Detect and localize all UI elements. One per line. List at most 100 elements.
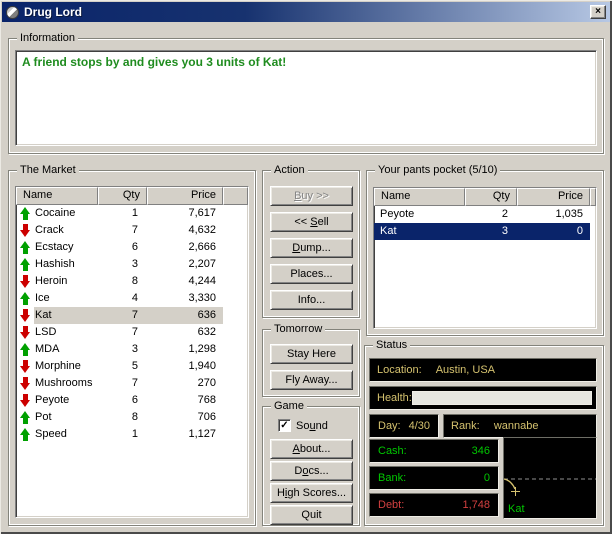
trend-icon	[20, 394, 31, 407]
status-group-label: Status	[373, 339, 410, 352]
market-row-mushrooms[interactable]: Mushrooms 7 270	[16, 375, 248, 392]
button-label: ell	[318, 216, 329, 228]
trend-icon	[20, 428, 31, 441]
market-item-name: Morphine	[34, 358, 98, 375]
market-row-lsd[interactable]: LSD 7 632	[16, 324, 248, 341]
market-item-name: Mushrooms	[34, 375, 98, 392]
title-bar[interactable]: Drug Lord ×	[2, 2, 610, 22]
market-item-price: 1,940	[147, 358, 223, 375]
market-row-crack[interactable]: Crack 7 4,632	[16, 222, 248, 239]
price-history-panel: Kat	[503, 437, 597, 519]
game-group: Game ✓ Sound About... Docs... High Score…	[262, 406, 360, 526]
column-header-qty[interactable]: Qty	[465, 188, 517, 206]
market-item-price: 636	[147, 307, 223, 324]
information-group: Information A friend stops by and gives …	[8, 38, 604, 154]
info-button[interactable]: Info...	[270, 290, 353, 310]
market-item-price: 1,298	[147, 341, 223, 358]
market-item-price: 706	[147, 409, 223, 426]
sound-checkbox-row: ✓ Sound	[278, 419, 328, 432]
bank-value: 0	[484, 467, 490, 489]
docs-button[interactable]: Docs...	[270, 461, 353, 481]
fly-away-button[interactable]: Fly Away...	[270, 370, 353, 390]
trend-icon	[20, 343, 31, 356]
market-row-cocaine[interactable]: Cocaine 1 7,617	[16, 205, 248, 222]
rank-label: Rank:	[444, 420, 480, 432]
price-curve	[504, 479, 515, 489]
stay-here-button[interactable]: Stay Here	[270, 344, 353, 364]
sell-button[interactable]: << Sell	[270, 212, 353, 232]
sound-checkbox-label: Sound	[296, 420, 328, 432]
pocket-item-price: 0	[517, 223, 590, 240]
market-row-mda[interactable]: MDA 3 1,298	[16, 341, 248, 358]
market-row-pot[interactable]: Pot 8 706	[16, 409, 248, 426]
market-row-heroin[interactable]: Heroin 8 4,244	[16, 273, 248, 290]
column-header-name[interactable]: Name	[374, 188, 465, 206]
market-item-price: 2,207	[147, 256, 223, 273]
market-item-qty: 6	[98, 239, 147, 256]
column-header-qty[interactable]: Qty	[98, 187, 147, 205]
pocket-group: Your pants pocket (5/10) Name Qty Price …	[366, 170, 604, 336]
market-item-price: 1,127	[147, 426, 223, 443]
button-label: Places...	[290, 268, 332, 280]
column-header-price[interactable]: Price	[147, 187, 223, 205]
market-row-morphine[interactable]: Morphine 5 1,940	[16, 358, 248, 375]
market-item-price: 3,330	[147, 290, 223, 307]
location-label: Location:	[370, 364, 422, 376]
market-item-qty: 6	[98, 392, 147, 409]
action-group: Action Buy >> << Sell Dump... Places... …	[262, 170, 360, 318]
column-header-price[interactable]: Price	[517, 188, 590, 206]
market-row-ecstacy[interactable]: Ecstacy 6 2,666	[16, 239, 248, 256]
location-panel: Location: Austin, USA	[369, 358, 597, 382]
health-label: Health:	[370, 392, 412, 404]
button-label: ump...	[300, 242, 331, 254]
button-label: A	[293, 443, 300, 455]
information-group-label: Information	[17, 32, 78, 45]
close-icon[interactable]: ×	[590, 5, 606, 19]
market-item-name: Crack	[34, 222, 98, 239]
market-item-qty: 7	[98, 375, 147, 392]
places-button[interactable]: Places...	[270, 264, 353, 284]
market-item-name: Hashish	[34, 256, 98, 273]
market-row-speed[interactable]: Speed 1 1,127	[16, 426, 248, 443]
trend-icon	[20, 377, 31, 390]
pocket-item-name: Peyote	[374, 206, 465, 223]
about-button[interactable]: About...	[270, 439, 353, 459]
game-group-label: Game	[271, 400, 307, 413]
pill-icon	[6, 6, 19, 19]
cash-label: Cash:	[378, 440, 407, 462]
button-label: gh Scores...	[287, 487, 346, 499]
pocket-header: Name Qty Price	[374, 188, 596, 206]
market-item-qty: 8	[98, 409, 147, 426]
button-label: Fly Away...	[285, 374, 337, 386]
cash-value: 346	[472, 440, 490, 462]
information-message: A friend stops by and gives you 3 units …	[22, 55, 590, 69]
trend-icon	[20, 360, 31, 373]
pocket-list: Name Qty Price Peyote 2 1,035 Kat 3 0	[373, 187, 597, 329]
sound-checkbox[interactable]: ✓	[278, 419, 291, 432]
market-item-name: Cocaine	[34, 205, 98, 222]
market-row-ice[interactable]: Ice 4 3,330	[16, 290, 248, 307]
market-item-name: Peyote	[34, 392, 98, 409]
market-item-name: Ecstacy	[34, 239, 98, 256]
rank-panel: Rank: wannabe	[443, 414, 597, 438]
checkmark-icon: ✓	[280, 420, 288, 431]
dump-button[interactable]: Dump...	[270, 238, 353, 258]
market-item-name: Pot	[34, 409, 98, 426]
pocket-row-kat[interactable]: Kat 3 0	[374, 223, 596, 240]
quit-button[interactable]: Quit	[270, 505, 353, 525]
market-item-name: Heroin	[34, 273, 98, 290]
trend-icon	[20, 326, 31, 339]
high-scores-button[interactable]: High Scores...	[270, 483, 353, 503]
rank-value: wannabe	[494, 420, 539, 432]
trend-icon	[20, 241, 31, 254]
market-row-peyote[interactable]: Peyote 6 768	[16, 392, 248, 409]
market-row-hashish[interactable]: Hashish 3 2,207	[16, 256, 248, 273]
trend-icon	[20, 258, 31, 271]
column-header-name[interactable]: Name	[16, 187, 98, 205]
buy-button[interactable]: Buy >>	[270, 186, 353, 206]
pocket-row-peyote[interactable]: Peyote 2 1,035	[374, 206, 596, 223]
status-group: Status Location: Austin, USA Health: Day…	[364, 345, 604, 526]
column-header-filler	[590, 188, 596, 206]
market-row-kat[interactable]: Kat 7 636	[16, 307, 248, 324]
button-label: uy >>	[301, 190, 329, 202]
